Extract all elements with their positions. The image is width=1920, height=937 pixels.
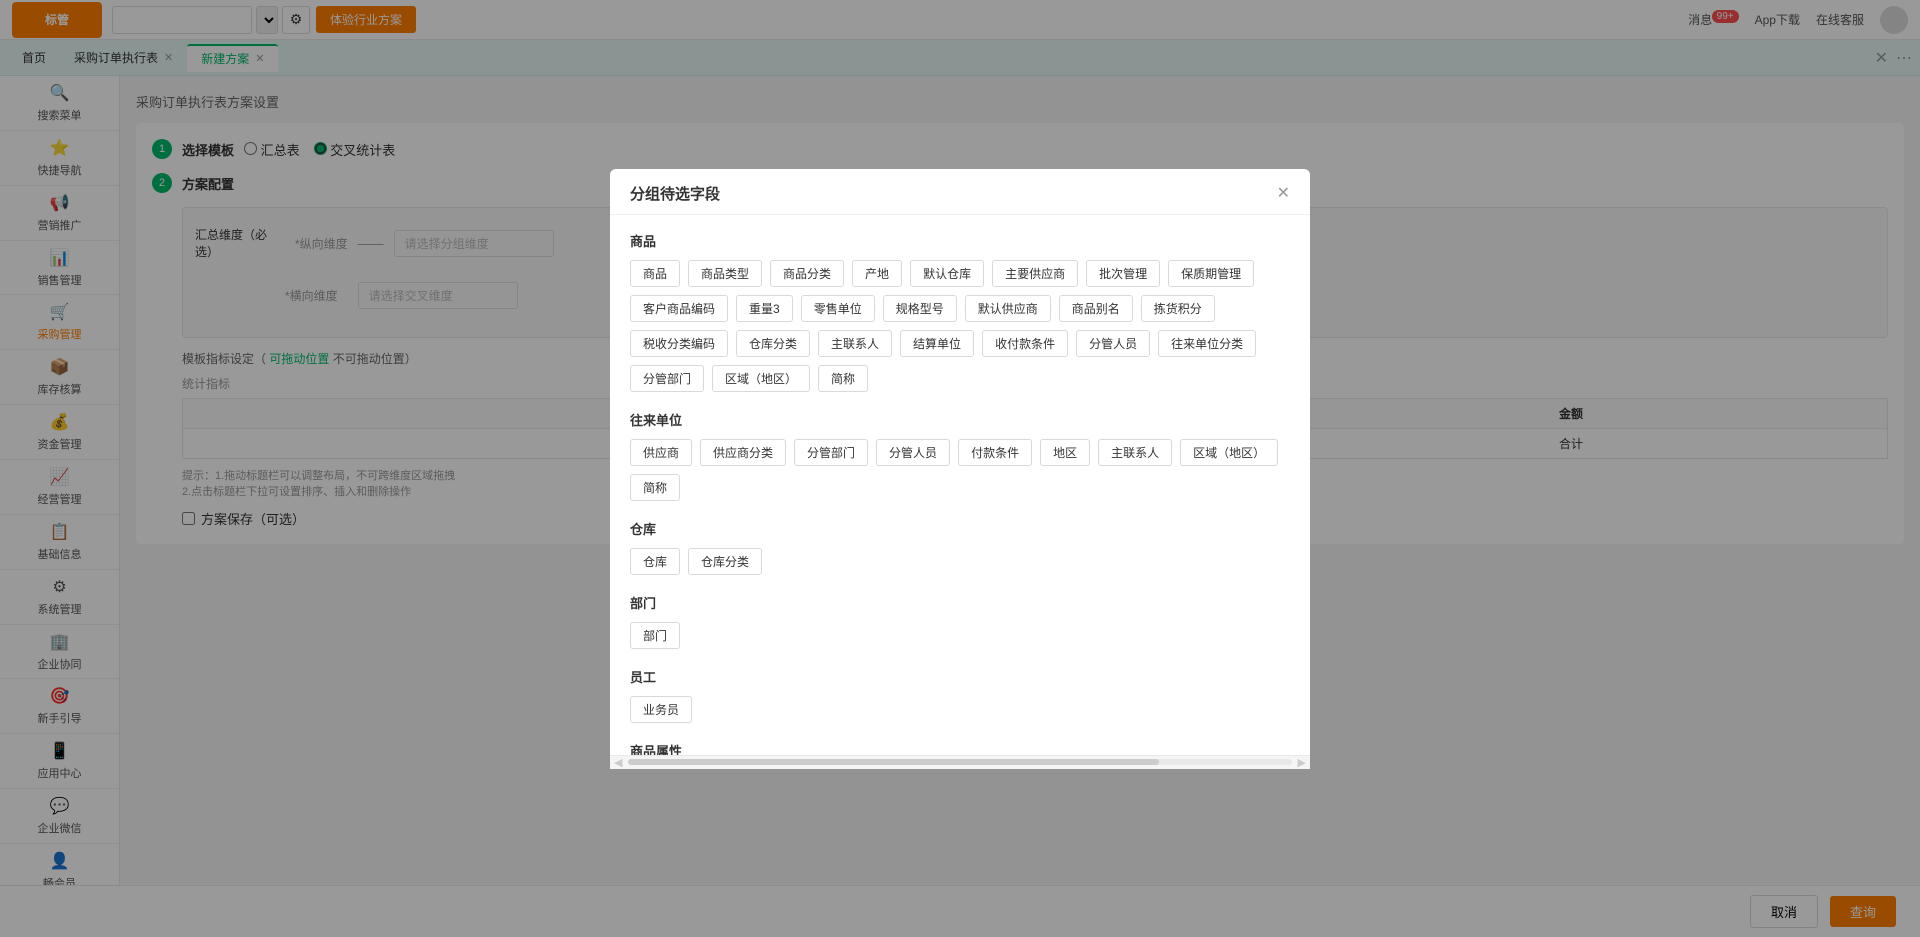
field-tag-partner-2[interactable]: 分管部门 (794, 439, 868, 466)
field-tag-warehouse-1[interactable]: 仓库分类 (688, 548, 762, 575)
field-tag-partner-0[interactable]: 供应商 (630, 439, 692, 466)
modal-section-partners: 往来单位 供应商 供应商分类 分管部门 分管人员 付款条件 地区 主联系人 区域… (630, 410, 1290, 501)
field-tag-goods-17[interactable]: 主联系人 (818, 330, 892, 357)
field-tag-goods-22[interactable]: 分管部门 (630, 365, 704, 392)
modal-section-warehouse: 仓库 仓库 仓库分类 (630, 519, 1290, 575)
field-tag-goods-6[interactable]: 批次管理 (1086, 260, 1160, 287)
field-tag-partner-6[interactable]: 主联系人 (1098, 439, 1172, 466)
field-tag-goods-21[interactable]: 往来单位分类 (1158, 330, 1256, 357)
field-tag-goods-0[interactable]: 商品 (630, 260, 680, 287)
department-field-tags: 部门 (630, 622, 1290, 649)
field-tag-goods-12[interactable]: 默认供应商 (965, 295, 1051, 322)
field-tag-goods-9[interactable]: 重量3 (736, 295, 793, 322)
field-tag-goods-4[interactable]: 默认仓库 (910, 260, 984, 287)
modal-header: 分组待选字段 ✕ (610, 169, 1310, 215)
goods-attr-section-title: 商品属性 (630, 741, 1290, 755)
field-tag-goods-20[interactable]: 分管人员 (1076, 330, 1150, 357)
modal-body: 商品 商品 商品类型 商品分类 产地 默认仓库 主要供应商 批次管理 保质期管理… (610, 215, 1310, 755)
field-tag-goods-10[interactable]: 零售单位 (801, 295, 875, 322)
field-tag-goods-24[interactable]: 简称 (818, 365, 868, 392)
scrollbar-track (628, 759, 1291, 765)
scrollbar-thumb[interactable] (628, 759, 1158, 765)
modal-close-btn[interactable]: ✕ (1277, 183, 1290, 203)
employee-section-title: 员工 (630, 667, 1290, 686)
field-tag-goods-15[interactable]: 税收分类编码 (630, 330, 728, 357)
field-tag-goods-11[interactable]: 规格型号 (883, 295, 957, 322)
modal-section-department: 部门 部门 (630, 593, 1290, 649)
goods-section-title: 商品 (630, 231, 1290, 250)
field-tag-partner-3[interactable]: 分管人员 (876, 439, 950, 466)
modal-section-goods: 商品 商品 商品类型 商品分类 产地 默认仓库 主要供应商 批次管理 保质期管理… (630, 231, 1290, 392)
field-tag-goods-5[interactable]: 主要供应商 (992, 260, 1078, 287)
field-select-modal: 分组待选字段 ✕ 商品 商品 商品类型 商品分类 产地 默认仓库 主要供应商 批… (610, 169, 1310, 769)
field-tag-partner-8[interactable]: 简称 (630, 474, 680, 501)
field-tag-goods-16[interactable]: 仓库分类 (736, 330, 810, 357)
partners-section-title: 往来单位 (630, 410, 1290, 429)
warehouse-section-title: 仓库 (630, 519, 1290, 538)
scroll-right-arrow[interactable]: ▶ (1298, 756, 1306, 769)
field-tag-goods-8[interactable]: 客户商品编码 (630, 295, 728, 322)
modal-horizontal-scrollbar[interactable]: ◀ ▶ (610, 755, 1310, 769)
field-tag-warehouse-0[interactable]: 仓库 (630, 548, 680, 575)
field-tag-goods-23[interactable]: 区域（地区） (712, 365, 810, 392)
field-tag-partner-5[interactable]: 地区 (1040, 439, 1090, 466)
field-tag-goods-13[interactable]: 商品别名 (1059, 295, 1133, 322)
scroll-left-arrow[interactable]: ◀ (614, 756, 622, 769)
modal-title: 分组待选字段 (630, 183, 720, 204)
field-tag-goods-1[interactable]: 商品类型 (688, 260, 762, 287)
field-tag-goods-3[interactable]: 产地 (852, 260, 902, 287)
partners-field-tags: 供应商 供应商分类 分管部门 分管人员 付款条件 地区 主联系人 区域（地区） … (630, 439, 1290, 501)
field-tag-goods-18[interactable]: 结算单位 (900, 330, 974, 357)
goods-field-tags: 商品 商品类型 商品分类 产地 默认仓库 主要供应商 批次管理 保质期管理 客户… (630, 260, 1290, 392)
field-tag-goods-2[interactable]: 商品分类 (770, 260, 844, 287)
field-tag-goods-7[interactable]: 保质期管理 (1168, 260, 1254, 287)
field-tag-partner-4[interactable]: 付款条件 (958, 439, 1032, 466)
field-tag-partner-7[interactable]: 区域（地区） (1180, 439, 1278, 466)
field-tag-dept-0[interactable]: 部门 (630, 622, 680, 649)
employee-field-tags: 业务员 (630, 696, 1290, 723)
department-section-title: 部门 (630, 593, 1290, 612)
field-tag-goods-14[interactable]: 拣货积分 (1141, 295, 1215, 322)
modal-section-employee: 员工 业务员 (630, 667, 1290, 723)
field-tag-emp-0[interactable]: 业务员 (630, 696, 692, 723)
field-tag-goods-19[interactable]: 收付款条件 (982, 330, 1068, 357)
warehouse-field-tags: 仓库 仓库分类 (630, 548, 1290, 575)
modal-overlay: 分组待选字段 ✕ 商品 商品 商品类型 商品分类 产地 默认仓库 主要供应商 批… (0, 0, 1920, 937)
field-tag-partner-1[interactable]: 供应商分类 (700, 439, 786, 466)
modal-section-goods-attr: 商品属性 属性 颜色 多规格 尺码 鞋码 1 (630, 741, 1290, 755)
